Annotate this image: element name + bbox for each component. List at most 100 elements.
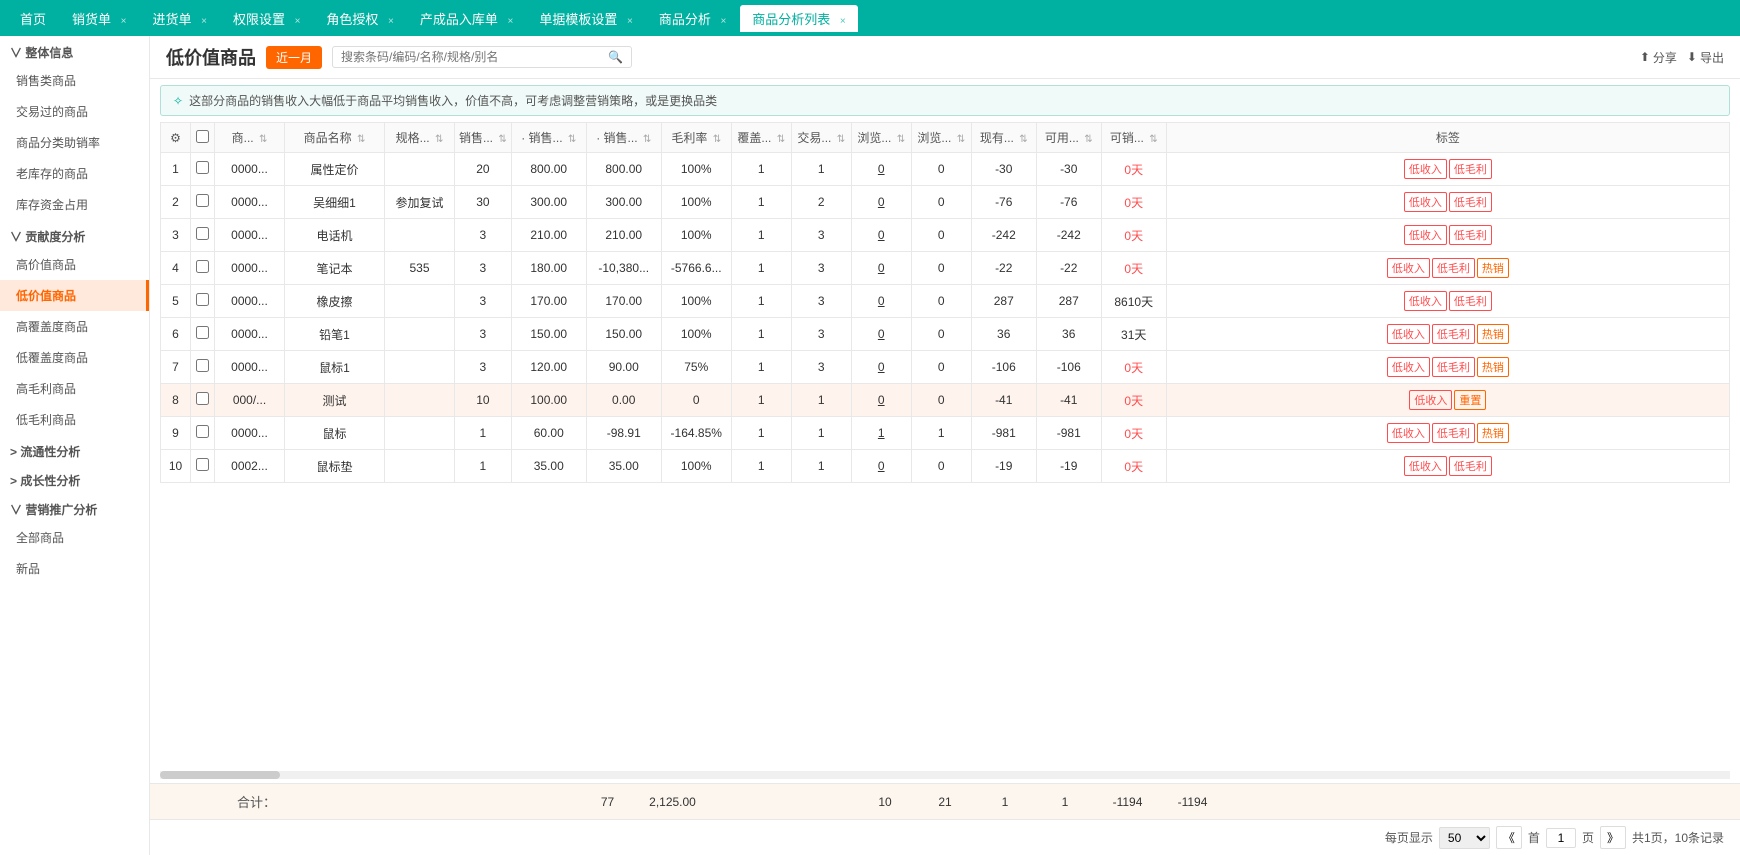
first-page-button[interactable]: 《: [1496, 826, 1522, 849]
close-icon[interactable]: ×: [295, 16, 301, 27]
th-settings[interactable]: ⚙: [161, 123, 191, 153]
horizontal-scrollbar[interactable]: [160, 771, 1730, 779]
browse-link[interactable]: 0: [878, 393, 885, 407]
td-browse1[interactable]: 0: [851, 186, 911, 219]
row-checkbox[interactable]: [196, 293, 209, 306]
search-icon[interactable]: 🔍: [608, 50, 623, 64]
td-browse1[interactable]: 0: [851, 219, 911, 252]
row-checkbox[interactable]: [196, 326, 209, 339]
nav-analysis-list[interactable]: 商品分析列表 ×: [740, 5, 857, 32]
nav-purchase[interactable]: 进货单 ×: [140, 5, 218, 32]
sidebar-item-low-margin[interactable]: 低毛利商品: [0, 404, 149, 435]
browse-link[interactable]: 0: [878, 228, 885, 242]
scrollbar-thumb[interactable]: [160, 771, 280, 779]
td-browse1[interactable]: 1: [851, 417, 911, 450]
browse-link[interactable]: 0: [878, 162, 885, 176]
share-button[interactable]: ⬆ 分享: [1640, 49, 1677, 66]
page-size-select[interactable]: 50 100: [1439, 827, 1490, 849]
th-trade[interactable]: 交易... ⇅: [791, 123, 851, 153]
td-checkbox[interactable]: [191, 153, 215, 186]
th-sellable[interactable]: 可销... ⇅: [1101, 123, 1166, 153]
td-browse1[interactable]: 0: [851, 351, 911, 384]
nav-analysis[interactable]: 商品分析 ×: [647, 5, 738, 32]
sidebar-item-all-products[interactable]: 全部商品: [0, 522, 149, 553]
td-checkbox[interactable]: [191, 318, 215, 351]
td-browse1[interactable]: 0: [851, 285, 911, 318]
th-sale2[interactable]: · 销售... ⇅: [511, 123, 586, 153]
sidebar-item-high-value[interactable]: 高价值商品: [0, 249, 149, 280]
td-checkbox[interactable]: [191, 252, 215, 285]
browse-link[interactable]: 0: [878, 195, 885, 209]
sidebar-item-sales-products[interactable]: 销售类商品: [0, 65, 149, 96]
row-checkbox[interactable]: [196, 425, 209, 438]
page-number-input[interactable]: [1546, 828, 1576, 848]
sidebar-group-growth[interactable]: > 成长性分析: [0, 464, 149, 493]
td-checkbox[interactable]: [191, 219, 215, 252]
th-sale1[interactable]: 销售... ⇅: [455, 123, 512, 153]
th-gross[interactable]: 毛利率 ⇅: [661, 123, 731, 153]
export-button[interactable]: ⬇ 导出: [1687, 49, 1724, 66]
th-spec[interactable]: 规格... ⇅: [385, 123, 455, 153]
sidebar-item-old-stock[interactable]: 老库存的商品: [0, 158, 149, 189]
nav-permission[interactable]: 权限设置 ×: [221, 5, 312, 32]
td-checkbox[interactable]: [191, 417, 215, 450]
nav-warehouse[interactable]: 产成品入库单 ×: [408, 5, 525, 32]
th-code[interactable]: 商... ⇅: [215, 123, 285, 153]
td-checkbox[interactable]: [191, 285, 215, 318]
row-checkbox[interactable]: [196, 359, 209, 372]
close-icon[interactable]: ×: [201, 16, 207, 27]
row-checkbox[interactable]: [196, 260, 209, 273]
td-checkbox[interactable]: [191, 384, 215, 417]
nav-home[interactable]: 首页: [8, 5, 58, 32]
th-browse1[interactable]: 浏览... ⇅: [851, 123, 911, 153]
close-icon[interactable]: ×: [508, 16, 514, 27]
sidebar-group-flow[interactable]: > 流通性分析: [0, 435, 149, 464]
td-browse1[interactable]: 0: [851, 153, 911, 186]
nav-template[interactable]: 单据模板设置 ×: [527, 5, 644, 32]
td-checkbox[interactable]: [191, 351, 215, 384]
td-browse1[interactable]: 0: [851, 384, 911, 417]
sidebar-item-capital[interactable]: 库存资金占用: [0, 189, 149, 220]
browse-link[interactable]: 0: [878, 327, 885, 341]
nav-sales[interactable]: 销货单 ×: [60, 5, 138, 32]
browse-link[interactable]: 1: [878, 426, 885, 440]
sidebar-group-contribution[interactable]: ∨ 贡献度分析: [0, 220, 149, 249]
row-checkbox[interactable]: [196, 194, 209, 207]
td-browse1[interactable]: 0: [851, 450, 911, 483]
sidebar-item-high-margin[interactable]: 高毛利商品: [0, 373, 149, 404]
row-checkbox[interactable]: [196, 227, 209, 240]
sidebar-item-new-products[interactable]: 新品: [0, 553, 149, 584]
browse-link[interactable]: 0: [878, 261, 885, 275]
th-checkbox[interactable]: [191, 123, 215, 153]
sidebar-group-overall[interactable]: ∨ 整体信息: [0, 36, 149, 65]
close-icon[interactable]: ×: [627, 16, 633, 27]
td-checkbox[interactable]: [191, 186, 215, 219]
th-tags[interactable]: 标签: [1166, 123, 1729, 153]
select-all-checkbox[interactable]: [196, 130, 209, 143]
close-icon[interactable]: ×: [388, 16, 394, 27]
th-sale3[interactable]: · 销售... ⇅: [586, 123, 661, 153]
th-browse2[interactable]: 浏览... ⇅: [911, 123, 971, 153]
sidebar-item-category-rate[interactable]: 商品分类助销率: [0, 127, 149, 158]
browse-link[interactable]: 0: [878, 294, 885, 308]
sidebar-item-low-coverage[interactable]: 低覆盖度商品: [0, 342, 149, 373]
td-browse1[interactable]: 0: [851, 252, 911, 285]
filter-button[interactable]: 近一月: [266, 46, 322, 69]
browse-link[interactable]: 0: [878, 459, 885, 473]
row-checkbox[interactable]: [196, 458, 209, 471]
th-cover[interactable]: 覆盖... ⇅: [731, 123, 791, 153]
td-browse1[interactable]: 0: [851, 318, 911, 351]
sidebar-item-high-coverage[interactable]: 高覆盖度商品: [0, 311, 149, 342]
row-checkbox[interactable]: [196, 392, 209, 405]
sidebar-item-low-value[interactable]: 低价值商品: [0, 280, 149, 311]
close-icon[interactable]: ×: [121, 16, 127, 27]
th-current[interactable]: 现有... ⇅: [971, 123, 1036, 153]
th-name[interactable]: 商品名称 ⇅: [285, 123, 385, 153]
nav-role[interactable]: 角色授权 ×: [314, 5, 405, 32]
th-avail[interactable]: 可用... ⇅: [1036, 123, 1101, 153]
sidebar-item-traded[interactable]: 交易过的商品: [0, 96, 149, 127]
search-input[interactable]: [341, 50, 603, 64]
last-page-button[interactable]: 》: [1600, 826, 1626, 849]
close-icon[interactable]: ×: [720, 16, 726, 27]
browse-link[interactable]: 0: [878, 360, 885, 374]
